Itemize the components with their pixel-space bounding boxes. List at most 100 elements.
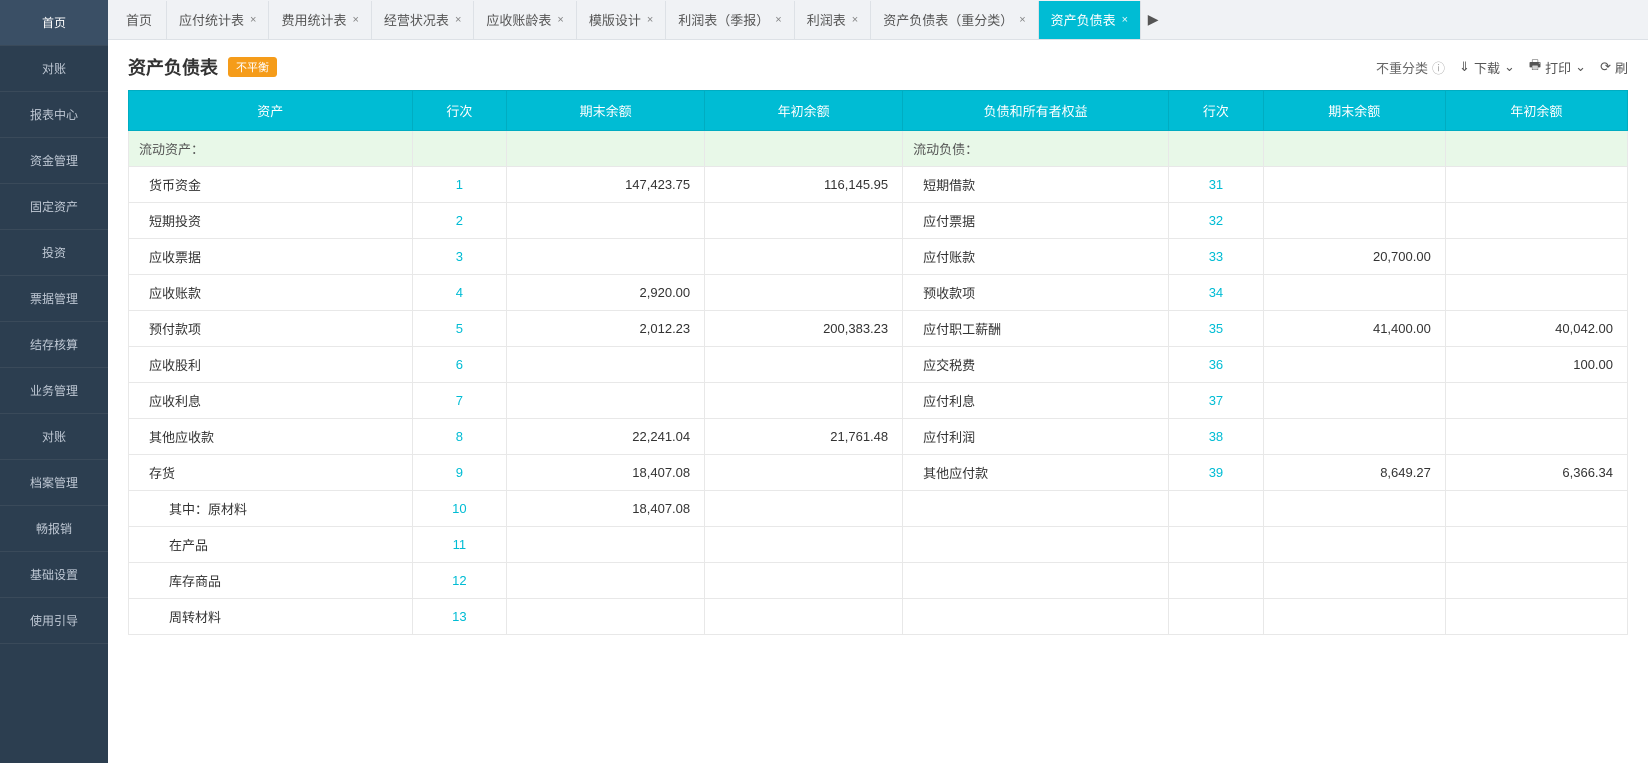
- sidebar-item-5[interactable]: 投资: [0, 230, 108, 276]
- refresh-icon: ⟳: [1600, 59, 1611, 75]
- right-end-5: [1263, 347, 1445, 383]
- left-name-12: 周转材料: [129, 599, 413, 635]
- print-chevron-icon: ⌄: [1575, 59, 1586, 75]
- left-num-1: 2: [412, 203, 507, 239]
- tab-close-5[interactable]: ×: [647, 14, 653, 26]
- sidebar-item-3[interactable]: 资金管理: [0, 138, 108, 184]
- refresh-button[interactable]: ⟳ 刷: [1600, 58, 1628, 77]
- sidebar-item-6[interactable]: 票据管理: [0, 276, 108, 322]
- left-name-0: 货币资金: [129, 167, 413, 203]
- tab-close-8[interactable]: ×: [1019, 14, 1025, 26]
- tab-close-7[interactable]: ×: [852, 14, 858, 26]
- tab-scroll-arrow[interactable]: ▶: [1141, 11, 1165, 28]
- sidebar-item-9[interactable]: 对账: [0, 414, 108, 460]
- section-left-label: 流动资产：: [129, 131, 413, 167]
- left-name-8: 存货: [129, 455, 413, 491]
- left-num-3: 4: [412, 275, 507, 311]
- right-year-10: [1445, 527, 1627, 563]
- tab-3[interactable]: 经营状况表×: [372, 1, 474, 39]
- sidebar-item-11[interactable]: 畅报销: [0, 506, 108, 552]
- left-num-6: 7: [412, 383, 507, 419]
- tab-1[interactable]: 应付统计表×: [167, 1, 269, 39]
- right-year-8: 6,366.34: [1445, 455, 1627, 491]
- left-end-11: [507, 563, 705, 599]
- right-name-0: 短期借款: [903, 167, 1169, 203]
- section-empty-3: [705, 131, 903, 167]
- sidebar-item-2[interactable]: 报表中心: [0, 92, 108, 138]
- sidebar-item-12[interactable]: 基础设置: [0, 552, 108, 598]
- sidebar-item-0[interactable]: 首页: [0, 0, 108, 46]
- table-row: 存货 9 18,407.08 其他应付款 39 8,649.27 6,366.3…: [129, 455, 1628, 491]
- page-header: 资产负债表 不平衡 不重分类 ⓘ ⇓ 下载 ⌄ 🖶 打印 ⌄: [108, 40, 1648, 90]
- section-empty-5: [1263, 131, 1445, 167]
- left-name-5: 应收股利: [129, 347, 413, 383]
- left-year-0: 116,145.95: [705, 167, 903, 203]
- sidebar-item-7[interactable]: 结存核算: [0, 322, 108, 368]
- right-end-12: [1263, 599, 1445, 635]
- left-year-1: [705, 203, 903, 239]
- right-num-11: [1169, 563, 1264, 599]
- table-row: 其他应收款 8 22,241.04 21,761.48 应付利润 38: [129, 419, 1628, 455]
- section-right-label: 流动负债：: [903, 131, 1169, 167]
- left-end-0: 147,423.75: [507, 167, 705, 203]
- tab-close-3[interactable]: ×: [455, 14, 461, 26]
- download-label: 下载: [1474, 58, 1500, 77]
- left-num-11: 12: [412, 563, 507, 599]
- sidebar-item-13[interactable]: 使用引导: [0, 598, 108, 644]
- tab-4[interactable]: 应收账龄表×: [474, 1, 576, 39]
- right-name-1: 应付票据: [903, 203, 1169, 239]
- right-num-5: 36: [1169, 347, 1264, 383]
- right-name-11: [903, 563, 1169, 599]
- no-reclassify-label: 不重分类: [1376, 58, 1428, 77]
- table-header-row: 资产 行次 期末余额 年初余额 负债和所有者权益 行次 期末余额 年初余额: [129, 91, 1628, 131]
- col-end-balance-left: 期末余额: [507, 91, 705, 131]
- table-row: 周转材料 13: [129, 599, 1628, 635]
- tab-close-1[interactable]: ×: [250, 14, 256, 26]
- tab-close-9[interactable]: ×: [1122, 14, 1128, 26]
- left-name-6: 应收利息: [129, 383, 413, 419]
- tab-home[interactable]: 首页: [112, 1, 167, 39]
- tab-6[interactable]: 利润表（季报）×: [666, 1, 794, 39]
- tab-close-6[interactable]: ×: [775, 14, 781, 26]
- tab-close-4[interactable]: ×: [557, 14, 563, 26]
- right-name-12: [903, 599, 1169, 635]
- tab-5[interactable]: 模版设计×: [577, 1, 666, 39]
- left-year-7: 21,761.48: [705, 419, 903, 455]
- col-row-num-right: 行次: [1169, 91, 1264, 131]
- sidebar-item-4[interactable]: 固定资产: [0, 184, 108, 230]
- left-year-9: [705, 491, 903, 527]
- left-name-2: 应收票据: [129, 239, 413, 275]
- unbalanced-badge: 不平衡: [228, 57, 277, 77]
- main-area: 首页应付统计表×费用统计表×经营状况表×应收账龄表×模版设计×利润表（季报）×利…: [108, 0, 1648, 763]
- left-end-10: [507, 527, 705, 563]
- right-year-4: 40,042.00: [1445, 311, 1627, 347]
- left-year-10: [705, 527, 903, 563]
- tab-7[interactable]: 利润表×: [795, 1, 871, 39]
- right-year-11: [1445, 563, 1627, 599]
- table-row: 其中：原材料 10 18,407.08: [129, 491, 1628, 527]
- no-reclassify-option[interactable]: 不重分类 ⓘ: [1376, 58, 1445, 77]
- sidebar-item-1[interactable]: 对账: [0, 46, 108, 92]
- right-num-9: [1169, 491, 1264, 527]
- right-name-3: 预收款项: [903, 275, 1169, 311]
- tab-2[interactable]: 费用统计表×: [269, 1, 371, 39]
- right-end-4: 41,400.00: [1263, 311, 1445, 347]
- left-end-4: 2,012.23: [507, 311, 705, 347]
- right-end-0: [1263, 167, 1445, 203]
- right-year-12: [1445, 599, 1627, 635]
- right-name-6: 应付利息: [903, 383, 1169, 419]
- print-button[interactable]: 🖶 打印 ⌄: [1529, 56, 1586, 78]
- right-end-3: [1263, 275, 1445, 311]
- left-year-6: [705, 383, 903, 419]
- tab-close-2[interactable]: ×: [352, 14, 358, 26]
- header-actions: 不重分类 ⓘ ⇓ 下载 ⌄ 🖶 打印 ⌄ ⟳ 刷: [1376, 56, 1628, 78]
- tab-8[interactable]: 资产负债表（重分类）×: [871, 1, 1038, 39]
- tab-9[interactable]: 资产负债表×: [1039, 1, 1141, 39]
- sidebar-item-8[interactable]: 业务管理: [0, 368, 108, 414]
- left-end-7: 22,241.04: [507, 419, 705, 455]
- print-icon: 🖶: [1529, 56, 1541, 78]
- section-empty-1: [412, 131, 507, 167]
- download-button[interactable]: ⇓ 下载 ⌄: [1459, 58, 1515, 77]
- right-num-4: 35: [1169, 311, 1264, 347]
- sidebar-item-10[interactable]: 档案管理: [0, 460, 108, 506]
